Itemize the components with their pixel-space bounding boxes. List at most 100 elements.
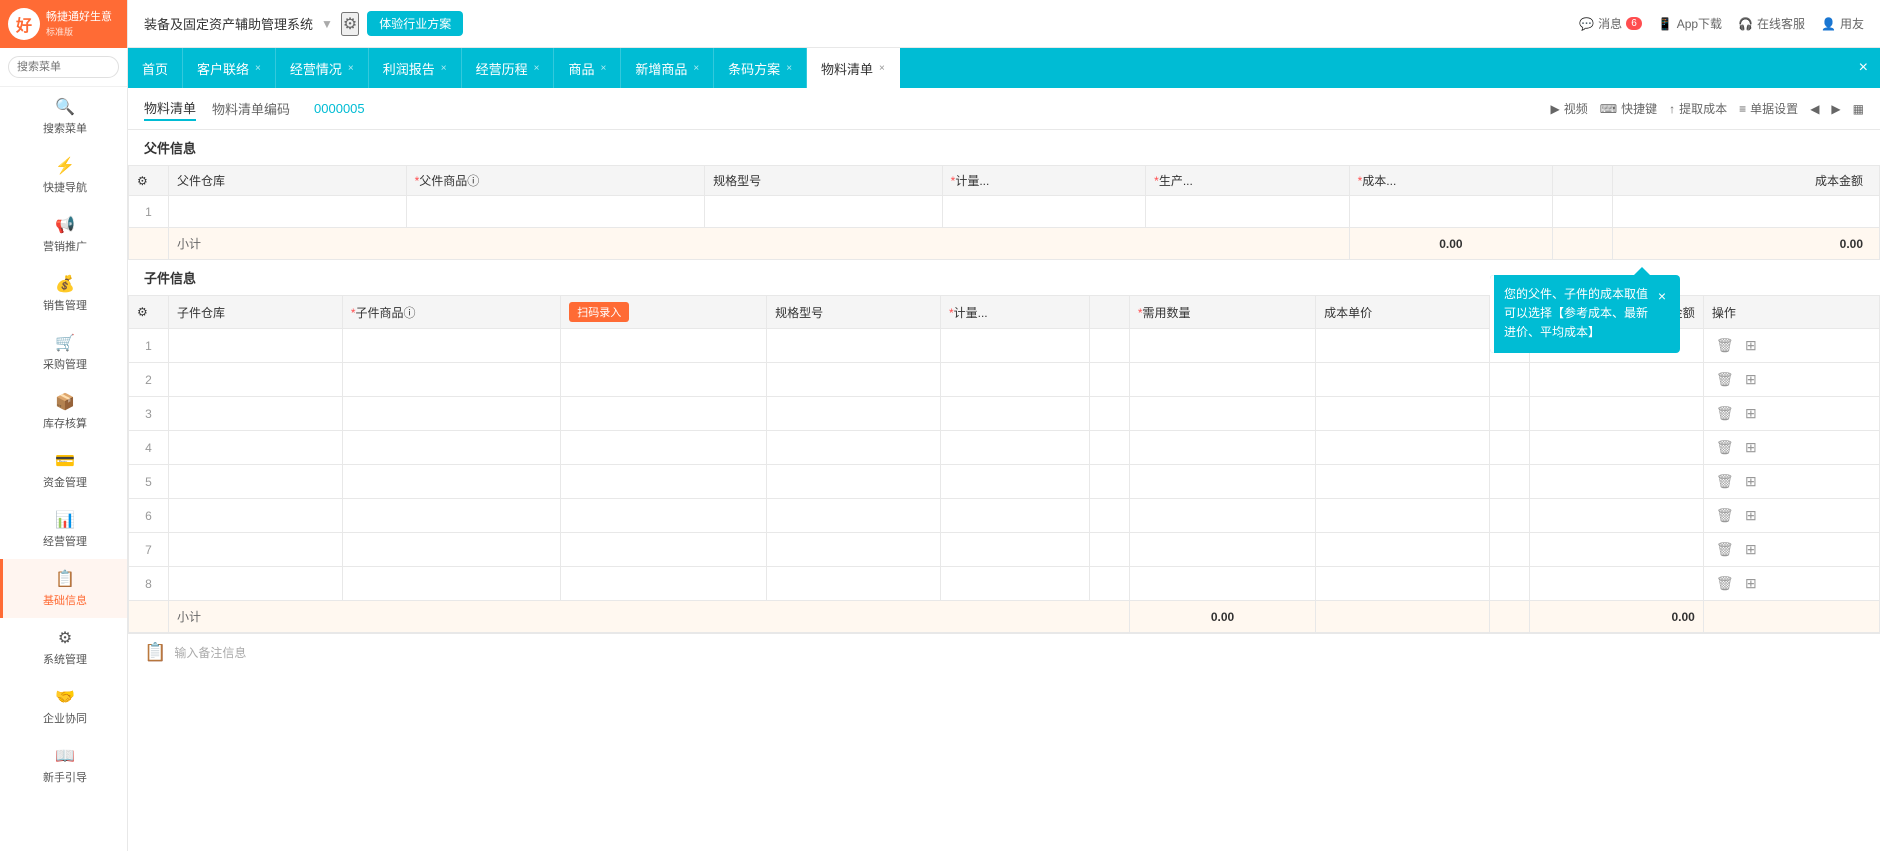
sidebar-item-basic[interactable]: 📋基础信息 <box>0 559 127 618</box>
sidebar-item-inventory[interactable]: 📦库存核算 <box>0 382 127 441</box>
child-row-7-spec[interactable] <box>767 533 941 567</box>
child-row-8-warehouse[interactable] <box>169 567 343 601</box>
parent-col-settings[interactable]: ⚙ <box>129 166 169 196</box>
child-row-5-goods[interactable] <box>342 465 560 499</box>
child-row-3-spec[interactable] <box>767 397 941 431</box>
parent-row-1-production[interactable] <box>1146 196 1349 228</box>
tab-profit[interactable]: 利润报告× <box>369 48 462 88</box>
nav-right-btn[interactable]: ▶ <box>1831 102 1840 116</box>
view-btn[interactable]: ▶ 视频 <box>1551 100 1588 117</box>
child-row-2-warehouse[interactable] <box>169 363 343 397</box>
close-icon[interactable]: × <box>441 63 447 74</box>
child-row-6-unit-cost[interactable] <box>1316 499 1490 533</box>
child-col-settings[interactable]: ⚙ <box>129 296 169 329</box>
child-row-6-warehouse[interactable] <box>169 499 343 533</box>
child-row-8-goods[interactable] <box>342 567 560 601</box>
child-row-3-unit-cost[interactable] <box>1316 397 1490 431</box>
child-row-3-copy-btn[interactable]: ⊞ <box>1741 403 1761 424</box>
child-row-4-delete-btn[interactable]: 🗑 <box>1712 437 1738 458</box>
child-row-2-unit-cost[interactable] <box>1316 363 1490 397</box>
online-service-btn[interactable]: 🎧 在线客服 <box>1738 15 1805 32</box>
close-icon[interactable]: × <box>600 63 606 74</box>
child-row-2-spec[interactable] <box>767 363 941 397</box>
tab-history[interactable]: 经营历程× <box>462 48 555 88</box>
sidebar-item-system[interactable]: ⚙系统管理 <box>0 618 127 677</box>
grid-view-btn[interactable]: ▦ <box>1853 102 1864 116</box>
child-row-8-qty[interactable] <box>1129 567 1315 601</box>
child-row-5-unit[interactable] <box>940 465 1089 499</box>
tab-bom[interactable]: 物料清单× <box>807 48 900 88</box>
child-row-1-unit-cost[interactable] <box>1316 329 1490 363</box>
child-row-1-warehouse[interactable] <box>169 329 343 363</box>
search-input[interactable] <box>8 56 119 78</box>
close-icon[interactable]: × <box>534 63 540 74</box>
messages-btn[interactable]: 💬 消息 6 <box>1579 15 1642 32</box>
tab-barcode[interactable]: 条码方案× <box>714 48 807 88</box>
nav-left-btn[interactable]: ◀ <box>1810 102 1819 116</box>
child-row-7-unit-cost[interactable] <box>1316 533 1490 567</box>
child-row-6-goods[interactable] <box>342 499 560 533</box>
child-row-3-qty[interactable] <box>1129 397 1315 431</box>
child-row-7-goods[interactable] <box>342 533 560 567</box>
sidebar-item-guide[interactable]: 📖新手引导 <box>0 736 127 795</box>
tab-add-goods[interactable]: 新增商品× <box>621 48 714 88</box>
child-row-2-goods[interactable] <box>342 363 560 397</box>
child-row-1-spec[interactable] <box>767 329 941 363</box>
cost-btn[interactable]: ↑ 提取成本 <box>1669 100 1727 117</box>
child-row-2-unit[interactable] <box>940 363 1089 397</box>
close-icon[interactable]: × <box>348 63 354 74</box>
child-row-4-goods[interactable] <box>342 431 560 465</box>
child-row-4-qty[interactable] <box>1129 431 1315 465</box>
child-row-5-spec[interactable] <box>767 465 941 499</box>
child-row-8-unit-cost[interactable] <box>1316 567 1490 601</box>
sidebar-item-finance[interactable]: 💳资金管理 <box>0 441 127 500</box>
close-all-tabs-btn[interactable]: × <box>1847 59 1880 77</box>
sidebar-item-cooperation[interactable]: 🤝企业协同 <box>0 677 127 736</box>
child-row-4-unit[interactable] <box>940 431 1089 465</box>
sidebar-item-marketing[interactable]: 📢营销推广 <box>0 205 127 264</box>
child-row-3-goods[interactable] <box>342 397 560 431</box>
close-icon[interactable]: × <box>255 63 261 74</box>
sidebar-item-search[interactable]: 🔍搜索菜单 <box>0 87 127 146</box>
child-row-4-spec[interactable] <box>767 431 941 465</box>
sidebar-item-sales[interactable]: 💰销售管理 <box>0 264 127 323</box>
tooltip-close-btn[interactable]: × <box>1658 285 1666 307</box>
child-row-8-copy-btn[interactable]: ⊞ <box>1741 573 1761 594</box>
child-row-3-delete-btn[interactable]: 🗑 <box>1712 403 1738 424</box>
search-area[interactable] <box>0 48 127 87</box>
child-row-3-unit[interactable] <box>940 397 1089 431</box>
close-icon[interactable]: × <box>786 63 792 74</box>
shortcut-btn[interactable]: ⌨ 快捷键 <box>1600 100 1657 117</box>
child-row-5-delete-btn[interactable]: 🗑 <box>1712 471 1738 492</box>
child-row-6-copy-btn[interactable]: ⊞ <box>1741 505 1761 526</box>
child-row-7-copy-btn[interactable]: ⊞ <box>1741 539 1761 560</box>
child-row-4-warehouse[interactable] <box>169 431 343 465</box>
sidebar-item-operation[interactable]: 📊经营管理 <box>0 500 127 559</box>
gear-button[interactable]: ⚙ <box>341 12 359 36</box>
child-row-3-warehouse[interactable] <box>169 397 343 431</box>
child-row-6-unit[interactable] <box>940 499 1089 533</box>
child-row-2-delete-btn[interactable]: 🗑 <box>1712 369 1738 390</box>
child-row-5-warehouse[interactable] <box>169 465 343 499</box>
parent-row-1-spec[interactable] <box>705 196 943 228</box>
child-row-1-unit[interactable] <box>940 329 1089 363</box>
child-row-5-copy-btn[interactable]: ⊞ <box>1741 471 1761 492</box>
child-row-6-qty[interactable] <box>1129 499 1315 533</box>
parent-row-1-warehouse[interactable] <box>169 196 407 228</box>
child-row-1-goods[interactable] <box>342 329 560 363</box>
child-row-5-qty[interactable] <box>1129 465 1315 499</box>
child-row-7-qty[interactable] <box>1129 533 1315 567</box>
app-download-btn[interactable]: 📱 App下载 <box>1658 15 1722 32</box>
close-icon[interactable]: × <box>879 63 885 74</box>
child-row-2-copy-btn[interactable]: ⊞ <box>1741 369 1761 390</box>
child-row-2-qty[interactable] <box>1129 363 1315 397</box>
sidebar-item-purchase[interactable]: 🛒采购管理 <box>0 323 127 382</box>
trial-button[interactable]: 体验行业方案 <box>367 11 463 36</box>
parent-row-1-cost[interactable] <box>1349 196 1552 228</box>
tab-goods[interactable]: 商品× <box>554 48 621 88</box>
child-col-scan[interactable]: 扫码录入 <box>561 296 767 329</box>
child-row-7-unit[interactable] <box>940 533 1089 567</box>
child-row-1-delete-btn[interactable]: 🗑 <box>1712 335 1738 356</box>
tab-operation[interactable]: 经营情况× <box>276 48 369 88</box>
child-row-8-spec[interactable] <box>767 567 941 601</box>
